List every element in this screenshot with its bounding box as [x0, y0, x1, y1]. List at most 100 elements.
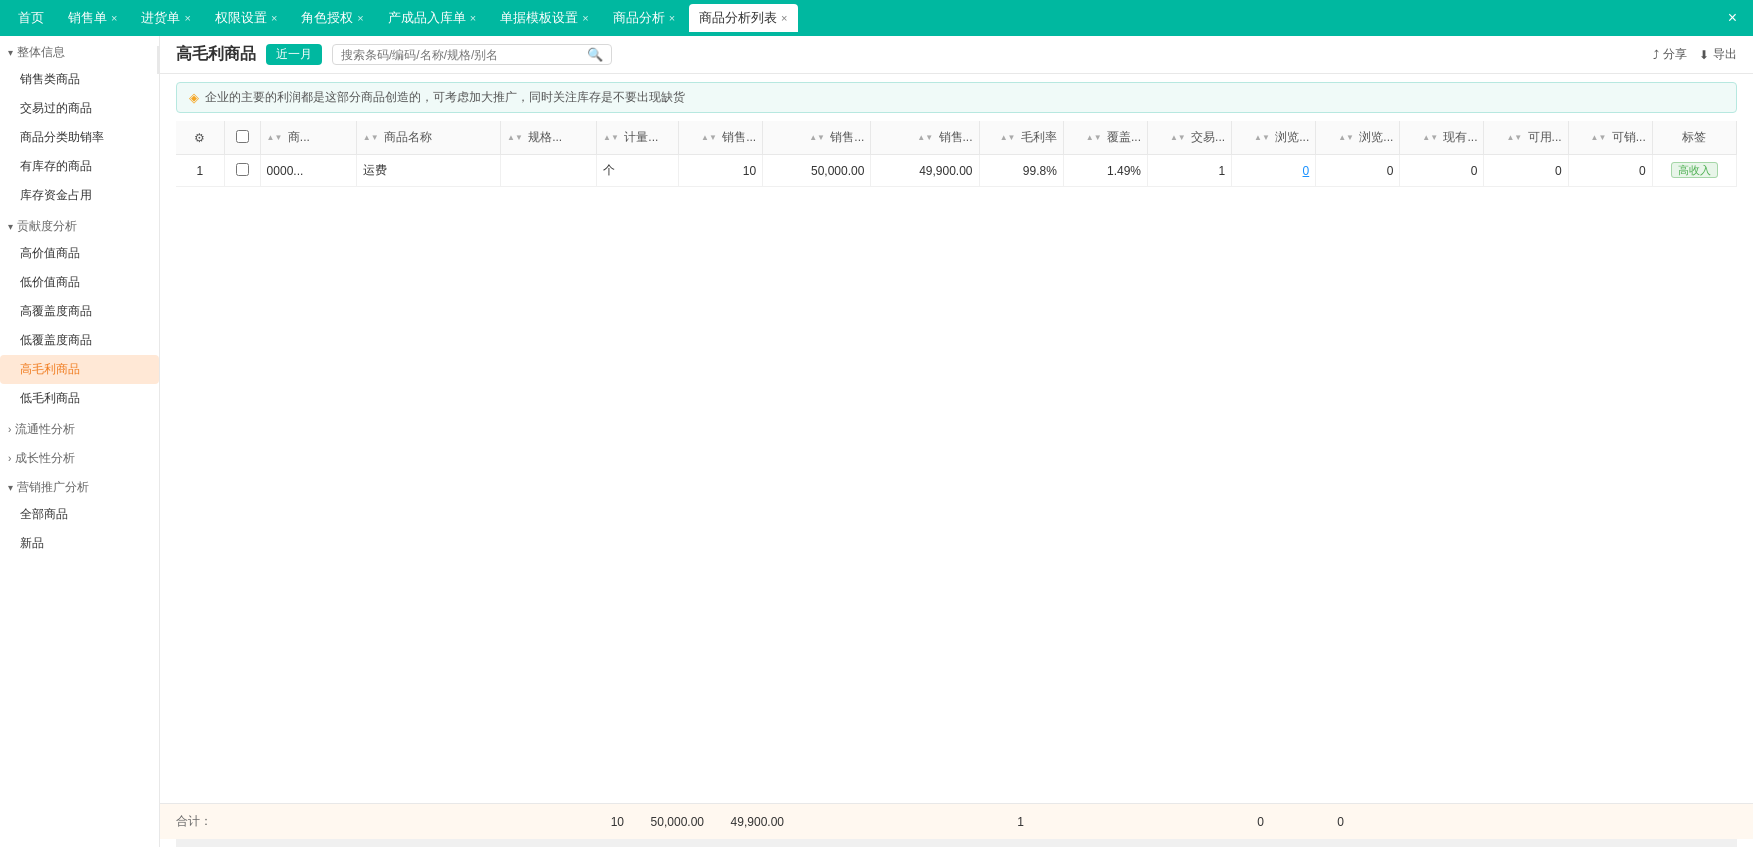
th-checkbox[interactable]	[224, 121, 260, 155]
sort-icon[interactable]: ▲▼	[809, 134, 825, 142]
sidebar-item-stocked-products[interactable]: 有库存的商品	[0, 152, 159, 181]
select-all-checkbox[interactable]	[236, 130, 249, 143]
table-footer: 合计： 10 50,000.00 49,900.00 1 0 0	[160, 803, 1753, 839]
chevron-right-icon: ›	[8, 453, 11, 464]
sidebar-item-high-coverage[interactable]: 高覆盖度商品	[0, 297, 159, 326]
th-name: ▲▼ 商品名称	[356, 121, 500, 155]
export-button[interactable]: ⬇ 导出	[1699, 46, 1737, 63]
table-row: 1 0000... 运费	[176, 155, 1737, 187]
close-icon[interactable]: ×	[582, 12, 588, 24]
sort-icon[interactable]: ▲▼	[267, 134, 283, 142]
info-banner: ◈ 企业的主要的利润都是这部分商品创造的，可考虑加大推广，同时关注库存是不要出现…	[176, 82, 1737, 113]
nav-tab-product-inbound[interactable]: 产成品入库单 ×	[378, 4, 486, 32]
sidebar-item-low-margin[interactable]: 低毛利商品	[0, 384, 159, 413]
close-icon[interactable]: ×	[470, 12, 476, 24]
nav-tab-permissions[interactable]: 权限设置 ×	[205, 4, 287, 32]
sidebar-group-contribution[interactable]: ▾ 贡献度分析	[0, 210, 159, 239]
footer-cells: 10 50,000.00 49,900.00 1 0 0	[232, 815, 1737, 829]
cell-stock2: 0	[1484, 155, 1568, 187]
sort-icon[interactable]: ▲▼	[603, 134, 619, 142]
th-settings[interactable]: ⚙	[176, 121, 224, 155]
sort-icon[interactable]: ▲▼	[1591, 134, 1607, 142]
nav-tab-product-analysis[interactable]: 商品分析 ×	[603, 4, 685, 32]
close-icon[interactable]: ×	[271, 12, 277, 24]
footer-label: 合计：	[176, 813, 232, 830]
sidebar-item-all-products[interactable]: 全部商品	[0, 500, 159, 529]
cell-index: 1	[176, 155, 224, 187]
sidebar-item-stock-capital[interactable]: 库存资金占用	[0, 181, 159, 210]
sidebar-item-high-value[interactable]: 高价值商品	[0, 239, 159, 268]
sidebar: « ▾ 整体信息 销售类商品 交易过的商品 商品分类助销率 有库存的商品 库存资…	[0, 36, 160, 847]
nav-tab-template-settings[interactable]: 单据模板设置 ×	[490, 4, 598, 32]
cell-sales-cost: 49,900.00	[871, 155, 979, 187]
info-icon: ◈	[189, 90, 199, 105]
period-button[interactable]: 近一月	[266, 44, 322, 65]
sort-icon[interactable]: ▲▼	[1086, 134, 1102, 142]
th-sales-cost: ▲▼ 销售...	[871, 121, 979, 155]
row-checkbox[interactable]	[236, 163, 249, 176]
sidebar-item-new-products[interactable]: 新品	[0, 529, 159, 558]
sort-icon[interactable]: ▲▼	[1506, 134, 1522, 142]
th-stock1: ▲▼ 现有...	[1400, 121, 1484, 155]
sort-icon[interactable]: ▲▼	[1338, 134, 1354, 142]
chevron-right-icon: ›	[8, 424, 11, 435]
sidebar-group-marketing[interactable]: ▾ 营销推广分析	[0, 471, 159, 500]
sidebar-collapse-button[interactable]: «	[157, 46, 160, 74]
nav-tab-purchase[interactable]: 进货单 ×	[131, 4, 200, 32]
top-navigation: 首页 销售单 × 进货单 × 权限设置 × 角色授权 × 产成品入库单 × 单据…	[0, 0, 1753, 36]
footer-cell-empty4	[472, 815, 552, 829]
nav-tab-product-analysis-list[interactable]: 商品分析列表 ×	[689, 4, 797, 32]
sidebar-group-overall[interactable]: ▾ 整体信息	[0, 36, 159, 65]
footer-cell-empty2	[312, 815, 392, 829]
sort-icon[interactable]: ▲▼	[363, 134, 379, 142]
chevron-down-icon: ▾	[8, 221, 13, 232]
sort-icon[interactable]: ▲▼	[1000, 134, 1016, 142]
table-header-row: ⚙ ▲▼ 商... ▲▼ 商品名称 ▲▼ 规格...	[176, 121, 1737, 155]
footer-empty5	[792, 815, 872, 829]
sort-icon[interactable]: ▲▼	[507, 134, 523, 142]
close-icon[interactable]: ×	[184, 12, 190, 24]
cell-browse1[interactable]: 0	[1232, 155, 1316, 187]
sidebar-item-low-coverage[interactable]: 低覆盖度商品	[0, 326, 159, 355]
window-close-button[interactable]: ×	[1720, 9, 1745, 27]
footer-stock2: 0	[1272, 815, 1352, 829]
content-header: 高毛利商品 近一月 🔍 ⤴ 分享 ⬇ 导出	[160, 36, 1753, 74]
sidebar-group-circulation[interactable]: › 流通性分析	[0, 413, 159, 442]
close-icon[interactable]: ×	[111, 12, 117, 24]
search-icon[interactable]: 🔍	[587, 47, 603, 62]
content-area: 高毛利商品 近一月 🔍 ⤴ 分享 ⬇ 导出 ◈ 企业的主要的利润都是这部分商品创…	[160, 36, 1753, 847]
cell-sales-amt: 50,000.00	[763, 155, 871, 187]
sidebar-item-sales-products[interactable]: 销售类商品	[0, 65, 159, 94]
sidebar-item-low-value[interactable]: 低价值商品	[0, 268, 159, 297]
cell-checkbox[interactable]	[224, 155, 260, 187]
close-icon[interactable]: ×	[781, 12, 787, 24]
nav-tab-home[interactable]: 首页	[8, 9, 54, 27]
nav-tab-roles[interactable]: 角色授权 ×	[291, 4, 373, 32]
data-table-container[interactable]: ⚙ ▲▼ 商... ▲▼ 商品名称 ▲▼ 规格...	[176, 121, 1737, 803]
close-icon[interactable]: ×	[357, 12, 363, 24]
header-actions: ⤴ 分享 ⬇ 导出	[1653, 46, 1737, 63]
th-sales-qty: ▲▼ 销售...	[679, 121, 763, 155]
search-box: 🔍	[332, 44, 612, 65]
cell-spec	[500, 155, 596, 187]
sidebar-item-traded-products[interactable]: 交易过的商品	[0, 94, 159, 123]
footer-cell-empty1	[232, 815, 312, 829]
footer-empty8	[1112, 815, 1192, 829]
sort-icon[interactable]: ▲▼	[701, 134, 717, 142]
search-input[interactable]	[341, 48, 581, 62]
nav-tab-sales[interactable]: 销售单 ×	[58, 4, 127, 32]
share-button[interactable]: ⤴ 分享	[1653, 46, 1687, 63]
sidebar-group-growth[interactable]: › 成长性分析	[0, 442, 159, 471]
sort-icon[interactable]: ▲▼	[1254, 134, 1270, 142]
sidebar-item-high-margin[interactable]: 高毛利商品	[0, 355, 159, 384]
sort-icon[interactable]: ▲▼	[917, 134, 933, 142]
cell-trade: 1	[1147, 155, 1231, 187]
th-spec: ▲▼ 规格...	[500, 121, 596, 155]
horizontal-scrollbar[interactable]	[176, 839, 1737, 847]
cell-stock3: 0	[1568, 155, 1652, 187]
sort-icon[interactable]: ▲▼	[1170, 134, 1186, 142]
chevron-down-icon: ▾	[8, 482, 13, 493]
sort-icon[interactable]: ▲▼	[1422, 134, 1438, 142]
close-icon[interactable]: ×	[669, 12, 675, 24]
sidebar-item-category-rate[interactable]: 商品分类助销率	[0, 123, 159, 152]
